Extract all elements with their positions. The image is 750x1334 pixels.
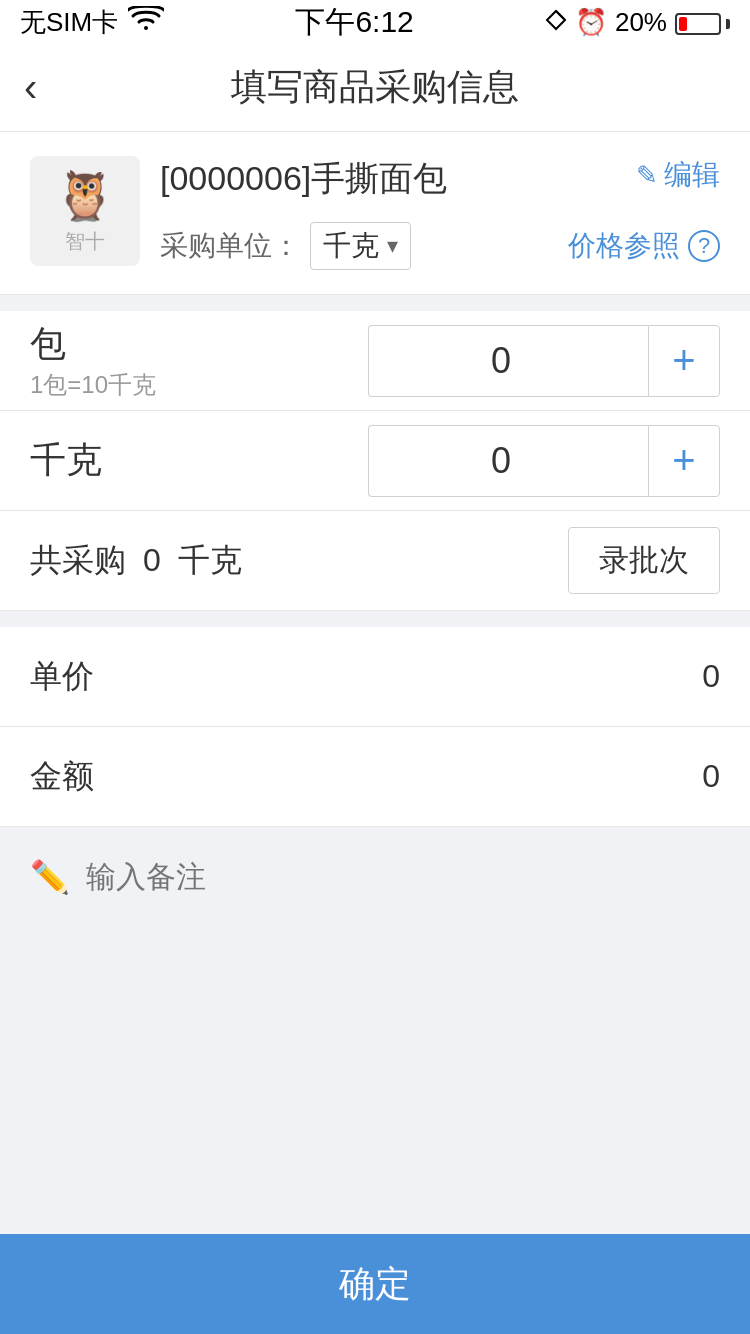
bag-quantity-input[interactable] [368, 325, 648, 397]
total-summary-row: 共采购 0 千克 录批次 [0, 511, 750, 611]
product-owl-icon: 🦉 [55, 168, 115, 224]
status-right: ⏰ 20% [545, 7, 730, 38]
divider-1 [0, 295, 750, 311]
amount-value: 0 [702, 758, 720, 795]
page-header: ‹ 填写商品采购信息 [0, 44, 750, 132]
bag-plus-button[interactable]: + [648, 325, 720, 397]
bag-sub-label: 1包=10千克 [30, 369, 156, 401]
remark-input[interactable] [86, 860, 720, 894]
bag-input-right: + [156, 325, 720, 397]
product-unit-row: 采购单位： 千克 ▾ 价格参照 ? [160, 222, 720, 270]
total-value: 0 [143, 542, 161, 578]
edit-label: 编辑 [664, 156, 720, 194]
unit-price-value: 0 [702, 658, 720, 695]
bag-label: 包 [30, 320, 156, 369]
kg-label-group: 千克 [30, 436, 150, 485]
confirm-button[interactable]: 确定 [0, 1234, 750, 1334]
total-unit: 千克 [178, 542, 242, 578]
quantity-input-section: 包 1包=10千克 + 千克 + 共采购 0 千克 [0, 311, 750, 611]
kg-quantity-input[interactable] [368, 425, 648, 497]
back-button[interactable]: ‹ [24, 65, 37, 110]
status-left: 无SIM卡 [20, 5, 164, 40]
record-batch-button[interactable]: 录批次 [568, 527, 720, 594]
kg-label: 千克 [30, 436, 150, 485]
confirm-label: 确定 [339, 1260, 411, 1309]
total-label: 共采购 0 千克 [30, 542, 242, 578]
divider-2 [0, 611, 750, 627]
unit-price-row: 单价 0 [0, 627, 750, 727]
edit-button[interactable]: ✎ 编辑 [636, 156, 720, 194]
wifi-icon [128, 6, 164, 39]
chevron-down-icon: ▾ [387, 233, 398, 259]
price-ref-label: 价格参照 [568, 227, 680, 265]
kg-plus-button[interactable]: + [648, 425, 720, 497]
amount-row: 金额 0 [0, 727, 750, 827]
page-title: 填写商品采购信息 [231, 63, 519, 112]
plus-icon-2: + [672, 438, 695, 483]
price-section: 单价 0 金额 0 [0, 627, 750, 827]
question-icon: ? [688, 230, 720, 262]
location-icon [545, 7, 567, 38]
product-image: 🦉 智十 [30, 156, 140, 266]
carrier-text: 无SIM卡 [20, 5, 118, 40]
unit-select-text: 千克 [323, 227, 379, 265]
alarm-icon: ⏰ [575, 7, 607, 38]
price-ref-button[interactable]: 价格参照 ? [568, 227, 720, 265]
product-card: 🦉 智十 [0000006]手撕面包 ✎ 编辑 采购单位： 千克 ▾ 价格参照 … [0, 132, 750, 295]
kg-input-row: 千克 + [0, 411, 750, 511]
product-info: [0000006]手撕面包 ✎ 编辑 采购单位： 千克 ▾ 价格参照 ? [160, 156, 720, 270]
product-image-label: 智十 [65, 228, 105, 255]
total-text-group: 共采购 0 千克 [30, 539, 242, 583]
empty-content-area [0, 927, 750, 1227]
kg-input-right: + [150, 425, 720, 497]
battery-icon [675, 7, 730, 38]
unit-select[interactable]: 千克 ▾ [310, 222, 411, 270]
bag-label-group: 包 1包=10千克 [30, 320, 156, 401]
edit-icon: ✎ [636, 160, 658, 191]
product-top-row: [0000006]手撕面包 ✎ 编辑 [160, 156, 720, 202]
plus-icon: + [672, 338, 695, 383]
status-time: 下午6:12 [295, 2, 413, 43]
remark-section: ✏️ [0, 827, 750, 927]
bag-input-row: 包 1包=10千克 + [0, 311, 750, 411]
product-name: [0000006]手撕面包 [160, 156, 447, 202]
unit-label: 采购单位： [160, 227, 300, 265]
unit-selector-group: 采购单位： 千克 ▾ [160, 222, 411, 270]
unit-price-label: 单价 [30, 655, 94, 699]
status-bar: 无SIM卡 下午6:12 ⏰ 20% [0, 0, 750, 44]
battery-percent: 20% [615, 7, 667, 38]
pencil-icon: ✏️ [30, 858, 70, 896]
amount-label: 金额 [30, 755, 94, 799]
